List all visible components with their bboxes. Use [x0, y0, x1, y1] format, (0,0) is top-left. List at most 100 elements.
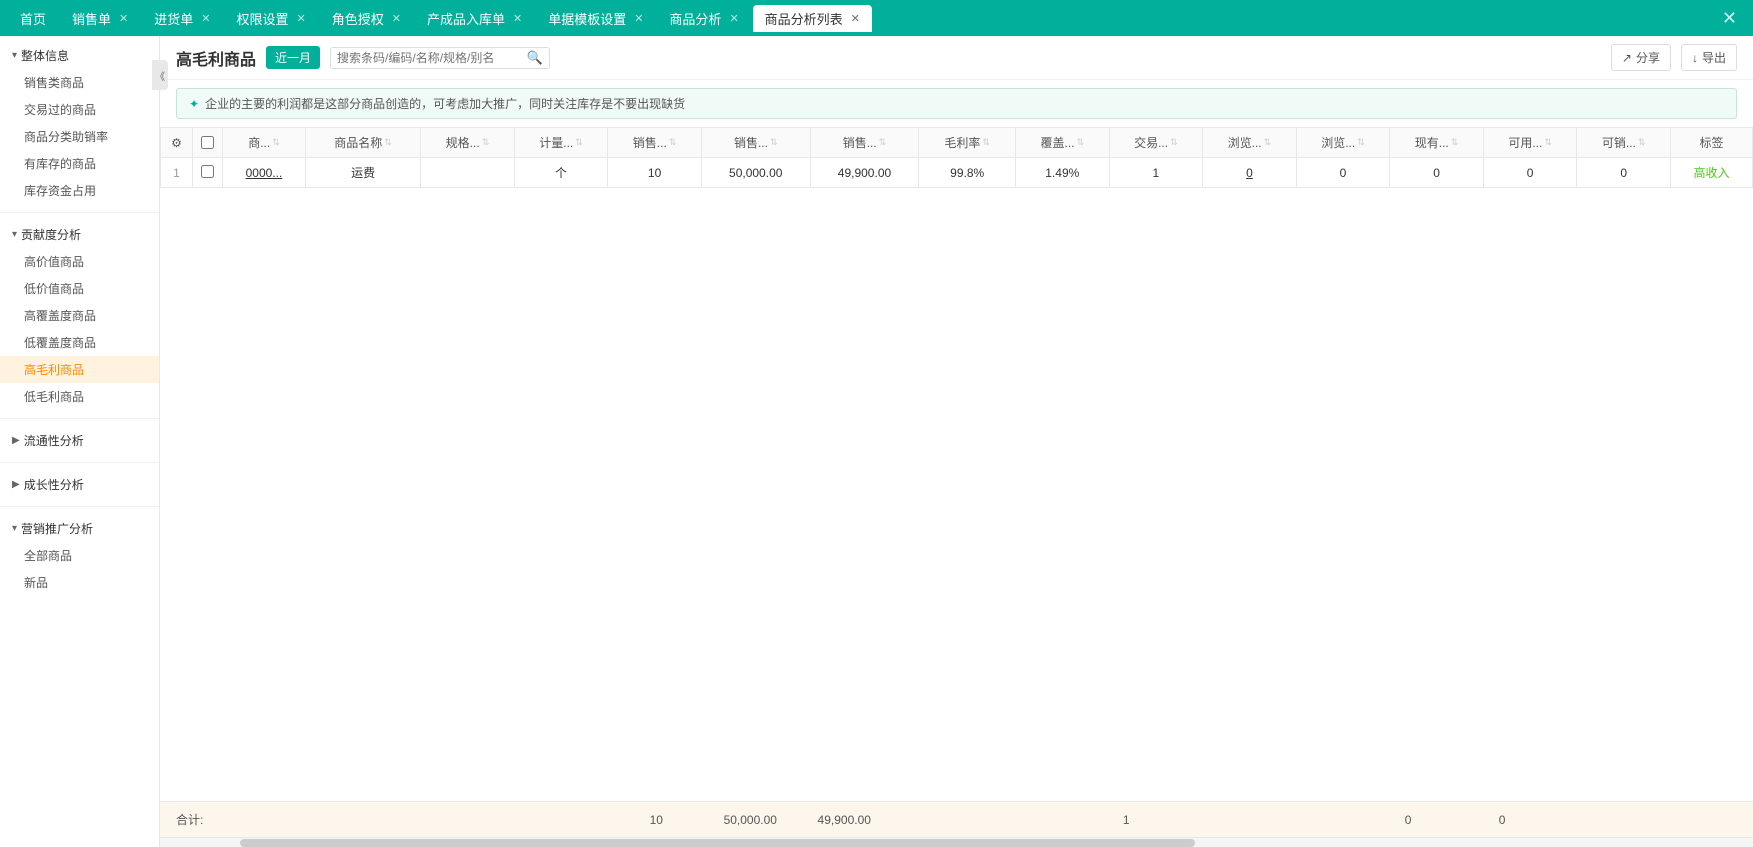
scrollbar-thumb[interactable] [240, 839, 1196, 847]
sidebar-section-title-contribution[interactable]: ▾ 贡献度分析 [0, 221, 159, 248]
col-sales-amount[interactable]: 销售...⇅ [701, 128, 810, 158]
close-icon[interactable]: ✕ [729, 12, 738, 25]
row-checkbox[interactable] [201, 165, 214, 178]
col-checkbox[interactable] [193, 128, 223, 158]
close-icon[interactable]: ✕ [119, 12, 128, 25]
search-icon[interactable]: 🔍 [527, 50, 543, 66]
close-icon[interactable]: ✕ [297, 12, 306, 25]
sidebar-item-high-margin[interactable]: 高毛利商品 [0, 356, 159, 383]
close-icon[interactable]: ✕ [201, 12, 210, 25]
tip-icon: ✦ [189, 97, 199, 111]
nav-tab-sales[interactable]: 销售单 ✕ [60, 5, 140, 32]
col-coverage[interactable]: 覆盖...⇅ [1016, 128, 1110, 158]
page-title: 高毛利商品 [176, 46, 256, 70]
footer-cells: 10 50,000.00 49,900.00 1 0 0 [233, 813, 1737, 827]
col-trade[interactable]: 交易...⇅ [1109, 128, 1203, 158]
sidebar-item-traded-goods[interactable]: 交易过的商品 [0, 96, 159, 123]
col-name[interactable]: 商品名称⇅ [305, 128, 420, 158]
sidebar-item-stock-capital[interactable]: 库存资金占用 [0, 177, 159, 204]
sidebar-item-category-rate[interactable]: 商品分类助销率 [0, 123, 159, 150]
search-input[interactable] [337, 51, 527, 65]
table-row: 1 0000... 运费 个 10 50,000.00 49,900.00 99… [161, 158, 1753, 188]
period-button-month[interactable]: 近一月 [266, 46, 320, 69]
cell-checkbox[interactable] [193, 158, 223, 188]
select-all-checkbox[interactable] [201, 136, 214, 149]
info-bar: ✦ 企业的主要的利润都是这部分商品创造的，可考虑加大推广，同时关注库存是不要出现… [176, 88, 1737, 119]
sidebar-section-title-growth[interactable]: ▶ 成长性分析 [0, 471, 159, 498]
col-unit[interactable]: 计量...⇅ [514, 128, 608, 158]
nav-tab-analysis-list[interactable]: 商品分析列表 ✕ [753, 5, 872, 32]
nav-tab-permissions[interactable]: 权限设置 ✕ [224, 5, 317, 32]
nav-tab-home[interactable]: 首页 [8, 5, 58, 32]
col-tag[interactable]: 标签 [1670, 128, 1752, 158]
cell-coverage: 1.49% [1016, 158, 1110, 188]
sidebar: ▾ 整体信息 销售类商品 交易过的商品 商品分类助销率 有库存的商品 库存资金占… [0, 36, 160, 847]
footer-cell-empty7 [1267, 813, 1361, 827]
footer-cell-empty5 [891, 813, 985, 827]
sidebar-item-high-value[interactable]: 高价值商品 [0, 248, 159, 275]
sidebar-section-title-liquidity[interactable]: ▶ 流通性分析 [0, 427, 159, 454]
sidebar-section-marketing: ▾ 营销推广分析 全部商品 新品 [0, 509, 159, 602]
footer-cell-sales-net: 49,900.00 [797, 813, 891, 827]
col-sales-net[interactable]: 销售...⇅ [810, 128, 919, 158]
nav-tab-roles[interactable]: 角色授权 ✕ [320, 5, 413, 32]
nav-tab-warehouse[interactable]: 产成品入库单 ✕ [415, 5, 534, 32]
sidebar-item-sales-goods[interactable]: 销售类商品 [0, 69, 159, 96]
cell-tag: 高收入 [1670, 158, 1752, 188]
col-gross-rate[interactable]: 毛利率⇅ [919, 128, 1016, 158]
col-settings[interactable]: ⚙ [161, 128, 193, 158]
footer-cell-trade: 1 [1079, 813, 1173, 827]
cell-gross-rate: 99.8% [919, 158, 1016, 188]
content-header: 高毛利商品 近一月 🔍 ↗ 分享 ↓ 导出 [160, 36, 1753, 80]
close-icon[interactable]: ✕ [392, 12, 401, 25]
share-button[interactable]: ↗ 分享 [1611, 44, 1671, 71]
horizontal-scrollbar[interactable] [160, 837, 1753, 847]
col-current[interactable]: 现有...⇅ [1390, 128, 1484, 158]
info-text: 企业的主要的利润都是这部分商品创造的，可考虑加大推广，同时关注库存是不要出现缺货 [205, 95, 685, 112]
sidebar-section-growth: ▶ 成长性分析 [0, 465, 159, 504]
cell-browse2: 0 [1296, 158, 1390, 188]
export-icon: ↓ [1692, 51, 1698, 65]
sidebar-item-in-stock[interactable]: 有库存的商品 [0, 150, 159, 177]
close-all-button[interactable]: ✕ [1714, 8, 1745, 29]
cell-code[interactable]: 0000... [223, 158, 306, 188]
sidebar-section-title-overall[interactable]: ▾ 整体信息 [0, 42, 159, 69]
footer-cell-current: 0 [1361, 813, 1455, 827]
sidebar-item-new-goods[interactable]: 新品 [0, 569, 159, 596]
footer-cell-available: 0 [1455, 813, 1549, 827]
footer-cell-empty4 [515, 813, 609, 827]
close-icon[interactable]: ✕ [634, 12, 643, 25]
col-sales-qty[interactable]: 销售...⇅ [608, 128, 702, 158]
sidebar-item-low-coverage[interactable]: 低覆盖度商品 [0, 329, 159, 356]
table-header-row: ⚙ 商...⇅ 商品名称⇅ 规 [161, 128, 1753, 158]
export-button[interactable]: ↓ 导出 [1681, 44, 1737, 71]
cell-saleable: 0 [1577, 158, 1671, 188]
col-browse2[interactable]: 浏览...⇅ [1296, 128, 1390, 158]
footer-cell-empty9 [1643, 813, 1737, 827]
close-icon[interactable]: ✕ [513, 12, 522, 25]
col-saleable[interactable]: 可销...⇅ [1577, 128, 1671, 158]
footer-label: 合计: [176, 811, 203, 828]
sidebar-section-title-marketing[interactable]: ▾ 营销推广分析 [0, 515, 159, 542]
col-code[interactable]: 商...⇅ [223, 128, 306, 158]
share-icon: ↗ [1622, 51, 1632, 65]
cell-browse1[interactable]: 0 [1203, 158, 1297, 188]
nav-tab-purchase[interactable]: 进货单 ✕ [142, 5, 222, 32]
footer-cell-empty6 [985, 813, 1079, 827]
sidebar-item-all-goods[interactable]: 全部商品 [0, 542, 159, 569]
sidebar-item-low-value[interactable]: 低价值商品 [0, 275, 159, 302]
nav-tab-template[interactable]: 单据模板设置 ✕ [536, 5, 655, 32]
col-available[interactable]: 可用...⇅ [1483, 128, 1577, 158]
nav-tab-analysis[interactable]: 商品分析 ✕ [657, 5, 750, 32]
cell-unit: 个 [514, 158, 608, 188]
footer-cell-empty3 [421, 813, 515, 827]
sidebar-item-low-margin[interactable]: 低毛利商品 [0, 383, 159, 410]
content-area: 高毛利商品 近一月 🔍 ↗ 分享 ↓ 导出 [160, 36, 1753, 847]
col-browse1[interactable]: 浏览...⇅ [1203, 128, 1297, 158]
close-icon[interactable]: ✕ [851, 12, 860, 25]
footer-cell-sales-qty: 10 [609, 813, 703, 827]
col-spec[interactable]: 规格...⇅ [421, 128, 515, 158]
sidebar-item-high-coverage[interactable]: 高覆盖度商品 [0, 302, 159, 329]
cell-sales-net: 49,900.00 [810, 158, 919, 188]
sidebar-collapse-button[interactable]: 《 [152, 60, 168, 90]
